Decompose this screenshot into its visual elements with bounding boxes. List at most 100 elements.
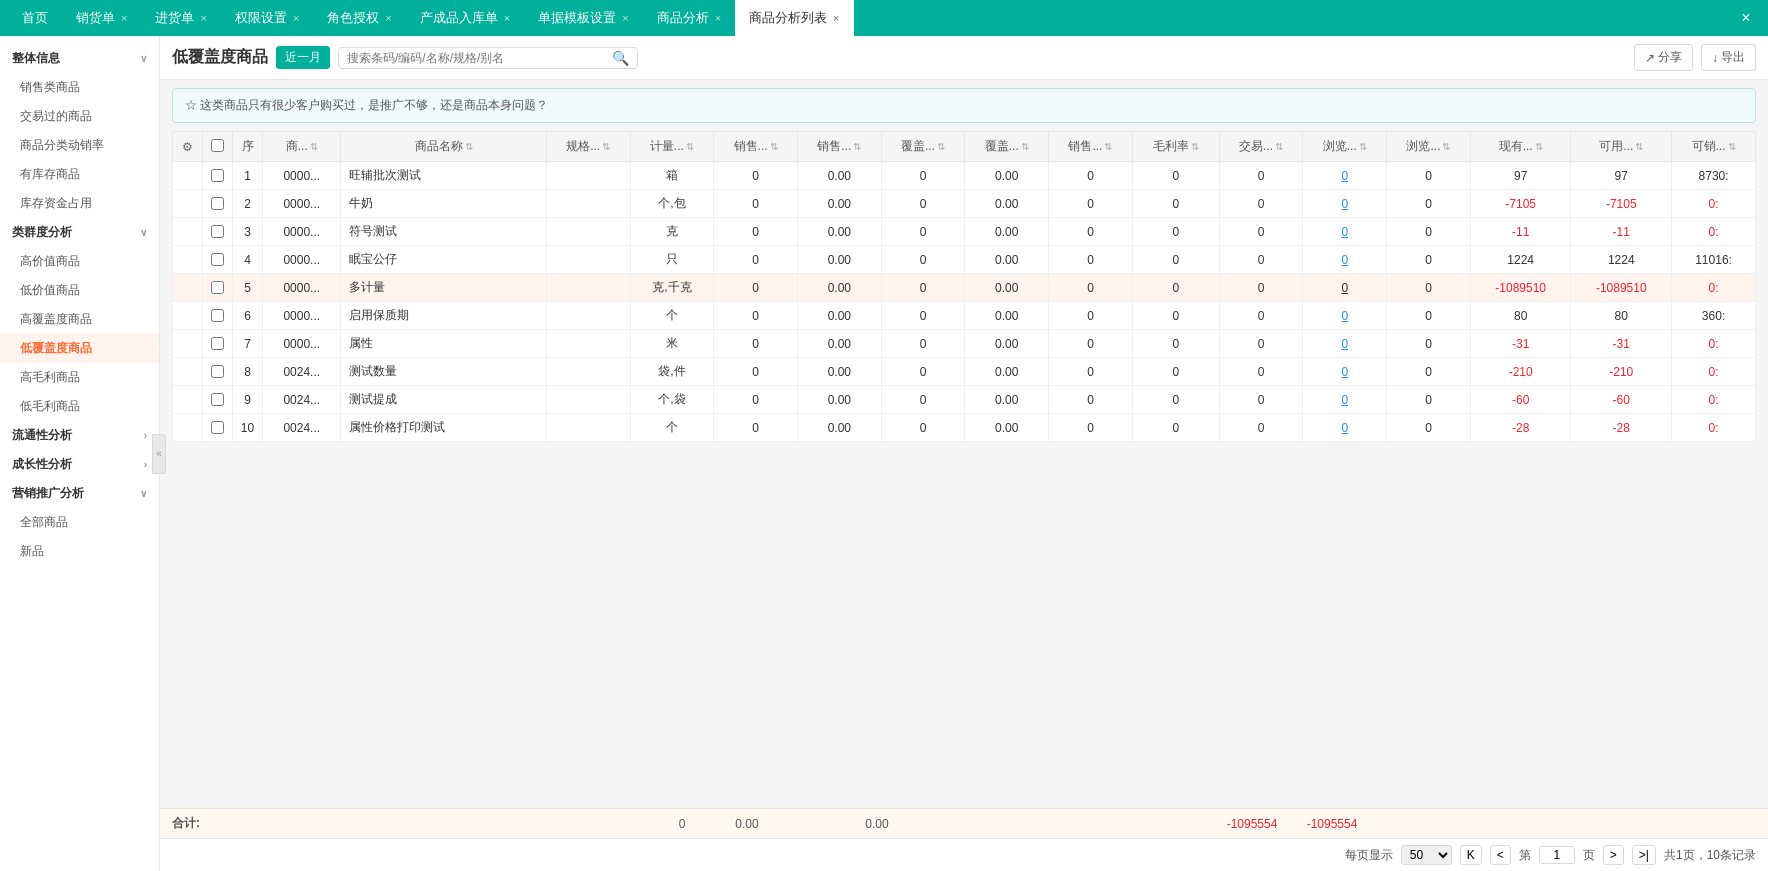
- search-input[interactable]: [347, 51, 612, 65]
- next-page-button[interactable]: >: [1603, 845, 1624, 865]
- cell-checkbox[interactable]: [203, 386, 233, 414]
- cell-browse1[interactable]: 0: [1303, 330, 1387, 358]
- th-settings[interactable]: ⚙: [173, 132, 203, 162]
- cell-checkbox[interactable]: [203, 162, 233, 190]
- nav-item-analysis-list[interactable]: 商品分析列表 ×: [735, 0, 853, 36]
- cell-browse1[interactable]: 0: [1303, 218, 1387, 246]
- row-checkbox[interactable]: [211, 421, 224, 434]
- nav-item-home[interactable]: 首页: [8, 0, 62, 36]
- sidebar-item-low-coverage[interactable]: 低覆盖度商品: [0, 334, 159, 363]
- close-icon[interactable]: ×: [622, 0, 628, 36]
- sidebar-section-growth[interactable]: 成长性分析 ›: [0, 450, 159, 479]
- settings-icon[interactable]: ⚙: [182, 140, 193, 154]
- cell-browse1[interactable]: 0: [1303, 386, 1387, 414]
- close-icon[interactable]: ×: [385, 0, 391, 36]
- page-number-input[interactable]: [1539, 846, 1575, 864]
- close-icon[interactable]: ×: [504, 0, 510, 36]
- th-unit[interactable]: 计量...⇅: [630, 132, 714, 162]
- sidebar-item-low-value[interactable]: 低价值商品: [0, 276, 159, 305]
- sidebar-item-category-rate[interactable]: 商品分类动销率: [0, 131, 159, 160]
- close-icon[interactable]: ×: [121, 0, 127, 36]
- nav-item-analysis[interactable]: 商品分析 ×: [643, 0, 735, 36]
- sidebar-section-cluster[interactable]: 类群度分析 ∨: [0, 218, 159, 247]
- cell-checkbox[interactable]: [203, 302, 233, 330]
- prev-page-button[interactable]: <: [1490, 845, 1511, 865]
- nav-item-permissions[interactable]: 权限设置 ×: [221, 0, 313, 36]
- th-trade[interactable]: 交易...⇅: [1219, 132, 1303, 162]
- sidebar-item-all-goods[interactable]: 全部商品: [0, 508, 159, 537]
- cell-browse1[interactable]: 0: [1303, 358, 1387, 386]
- th-name[interactable]: 商品名称⇅: [341, 132, 546, 162]
- th-code[interactable]: 商...⇅: [263, 132, 341, 162]
- th-sales2[interactable]: 销售...⇅: [1049, 132, 1133, 162]
- period-button-month[interactable]: 近一月: [276, 46, 330, 69]
- row-checkbox[interactable]: [211, 309, 224, 322]
- cell-browse1[interactable]: 0: [1303, 274, 1387, 302]
- th-cover2[interactable]: 覆盖...⇅: [965, 132, 1049, 162]
- cell-num: 3: [233, 218, 263, 246]
- window-close-button[interactable]: ×: [1732, 4, 1760, 32]
- row-checkbox[interactable]: [211, 197, 224, 210]
- row-checkbox[interactable]: [211, 169, 224, 182]
- cell-checkbox[interactable]: [203, 218, 233, 246]
- nav-item-product-entry[interactable]: 产成品入库单 ×: [406, 0, 524, 36]
- th-current[interactable]: 现有...⇅: [1470, 132, 1571, 162]
- sidebar-item-new-goods[interactable]: 新品: [0, 537, 159, 566]
- sidebar-item-low-margin[interactable]: 低毛利商品: [0, 392, 159, 421]
- sidebar-section-overall[interactable]: 整体信息 ∨: [0, 44, 159, 73]
- sidebar-item-high-coverage[interactable]: 高覆盖度商品: [0, 305, 159, 334]
- cell-browse1[interactable]: 0: [1303, 190, 1387, 218]
- th-cover1[interactable]: 覆盖...⇅: [881, 132, 965, 162]
- cell-browse1[interactable]: 0: [1303, 162, 1387, 190]
- share-button[interactable]: ↗ 分享: [1634, 44, 1693, 71]
- th-checkbox[interactable]: [203, 132, 233, 162]
- close-icon[interactable]: ×: [833, 0, 839, 36]
- sidebar-item-traded-goods[interactable]: 交易过的商品: [0, 102, 159, 131]
- row-checkbox[interactable]: [211, 253, 224, 266]
- nav-item-template[interactable]: 单据模板设置 ×: [524, 0, 642, 36]
- close-icon[interactable]: ×: [200, 0, 206, 36]
- nav-item-roles[interactable]: 角色授权 ×: [313, 0, 405, 36]
- sidebar-item-sales-goods[interactable]: 销售类商品: [0, 73, 159, 102]
- cell-checkbox[interactable]: [203, 414, 233, 442]
- export-button[interactable]: ↓ 导出: [1701, 44, 1756, 71]
- nav-item-sales[interactable]: 销货单 ×: [62, 0, 141, 36]
- close-icon[interactable]: ×: [293, 0, 299, 36]
- th-spec[interactable]: 规格...⇅: [546, 132, 630, 162]
- last-page-button[interactable]: >|: [1632, 845, 1656, 865]
- close-icon[interactable]: ×: [715, 0, 721, 36]
- cell-checkbox[interactable]: [203, 190, 233, 218]
- row-checkbox[interactable]: [211, 365, 224, 378]
- cell-browse1[interactable]: 0: [1303, 302, 1387, 330]
- cell-browse1[interactable]: 0: [1303, 246, 1387, 274]
- th-available[interactable]: 可用...⇅: [1571, 132, 1672, 162]
- cell-checkbox[interactable]: [203, 274, 233, 302]
- th-browse2[interactable]: 浏览...⇅: [1387, 132, 1471, 162]
- th-gross-rate[interactable]: 毛利率⇅: [1132, 132, 1219, 162]
- cell-code: 0000...: [263, 302, 341, 330]
- th-saleable[interactable]: 可销...⇅: [1672, 132, 1756, 162]
- sidebar-section-marketing[interactable]: 营销推广分析 ∨: [0, 479, 159, 508]
- sidebar-section-flow[interactable]: 流通性分析 ›: [0, 421, 159, 450]
- th-sales-qty[interactable]: 销售...⇅: [714, 132, 798, 162]
- th-browse1[interactable]: 浏览...⇅: [1303, 132, 1387, 162]
- search-icon: 🔍: [612, 50, 629, 66]
- cell-checkbox[interactable]: [203, 358, 233, 386]
- sidebar-item-high-margin[interactable]: 高毛利商品: [0, 363, 159, 392]
- row-checkbox[interactable]: [211, 393, 224, 406]
- sidebar-item-high-value[interactable]: 高价值商品: [0, 247, 159, 276]
- sidebar-collapse-button[interactable]: «: [152, 434, 166, 474]
- row-checkbox[interactable]: [211, 225, 224, 238]
- sidebar-item-in-stock[interactable]: 有库存商品: [0, 160, 159, 189]
- th-sales-amt[interactable]: 销售...⇅: [797, 132, 881, 162]
- row-checkbox[interactable]: [211, 281, 224, 294]
- cell-checkbox[interactable]: [203, 246, 233, 274]
- first-page-button[interactable]: K: [1460, 845, 1482, 865]
- nav-item-purchase[interactable]: 进货单 ×: [141, 0, 220, 36]
- sidebar-item-stock-capital[interactable]: 库存资金占用: [0, 189, 159, 218]
- row-checkbox[interactable]: [211, 337, 224, 350]
- per-page-select[interactable]: 50 20 100 200: [1401, 845, 1452, 865]
- cell-checkbox[interactable]: [203, 330, 233, 358]
- select-all-checkbox[interactable]: [211, 139, 224, 152]
- cell-browse1[interactable]: 0: [1303, 414, 1387, 442]
